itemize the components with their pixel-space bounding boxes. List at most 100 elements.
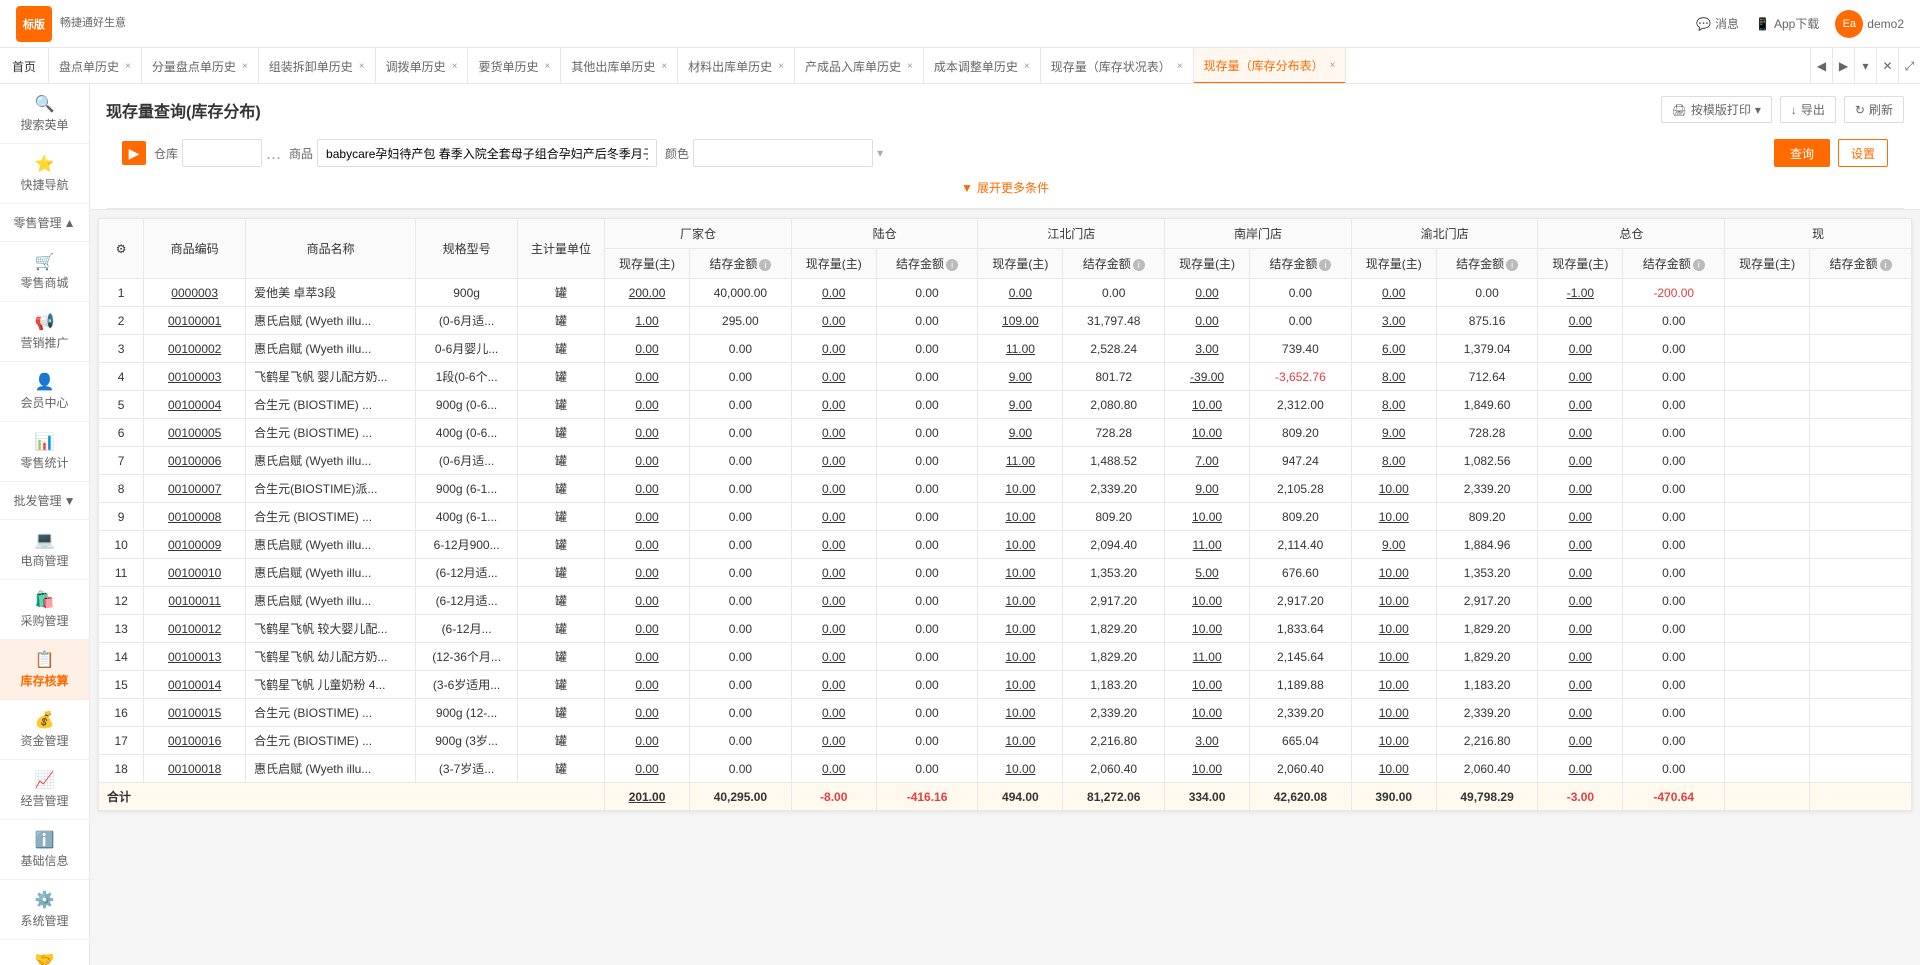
cell-changjia-qty[interactable]: 1.00 bbox=[605, 307, 690, 335]
sidebar-item-purchase[interactable]: 🛍️ 采购管理 bbox=[0, 580, 89, 640]
tab-next-btn[interactable]: ▶ bbox=[1832, 48, 1854, 84]
goods-input[interactable] bbox=[317, 139, 657, 167]
cell-code[interactable]: 00100014 bbox=[144, 671, 246, 699]
cell-nanan-qty[interactable]: 10.00 bbox=[1165, 755, 1250, 783]
cell-yubei-qty[interactable]: 9.00 bbox=[1351, 531, 1436, 559]
cell-lu-qty[interactable]: 0.00 bbox=[791, 475, 876, 503]
cell-code[interactable]: 00100016 bbox=[144, 727, 246, 755]
cell-jiangbei-qty[interactable]: 10.00 bbox=[978, 503, 1063, 531]
info-icon-4[interactable]: i bbox=[1319, 259, 1331, 271]
cell-zong-qty[interactable]: 0.00 bbox=[1538, 419, 1623, 447]
cell-yubei-qty[interactable]: 10.00 bbox=[1351, 671, 1436, 699]
cell-jiangbei-qty[interactable]: 11.00 bbox=[978, 447, 1063, 475]
cell-lu-qty[interactable]: 0.00 bbox=[791, 755, 876, 783]
cell-zong-qty[interactable]: -1.00 bbox=[1538, 279, 1623, 307]
cell-lu-qty[interactable]: 0.00 bbox=[791, 447, 876, 475]
tab-close[interactable]: × bbox=[125, 61, 131, 72]
cell-zong-qty[interactable]: 0.00 bbox=[1538, 531, 1623, 559]
info-icon-5[interactable]: i bbox=[1506, 259, 1518, 271]
sidebar-item-nav[interactable]: ⭐ 快捷导航 bbox=[0, 144, 89, 204]
warehouse-dots[interactable]: ... bbox=[266, 143, 281, 164]
cell-nanan-qty[interactable]: 11.00 bbox=[1165, 531, 1250, 559]
cell-nanan-qty[interactable]: 10.00 bbox=[1165, 419, 1250, 447]
cell-yubei-qty[interactable]: 10.00 bbox=[1351, 727, 1436, 755]
info-icon-7[interactable]: i bbox=[1880, 259, 1892, 271]
cell-lu-qty[interactable]: 0.00 bbox=[791, 727, 876, 755]
tab-cailiao[interactable]: 材料出库单历史× bbox=[678, 48, 795, 83]
cell-zong-qty[interactable]: 0.00 bbox=[1538, 643, 1623, 671]
cell-jiangbei-qty[interactable]: 10.00 bbox=[978, 475, 1063, 503]
color-input[interactable] bbox=[693, 139, 873, 167]
cell-yubei-qty[interactable]: 9.00 bbox=[1351, 419, 1436, 447]
cell-yubei-qty[interactable]: 10.00 bbox=[1351, 503, 1436, 531]
cell-changjia-qty[interactable]: 0.00 bbox=[605, 419, 690, 447]
refresh-btn[interactable]: ↻ 刷新 bbox=[1844, 96, 1904, 123]
cell-nanan-qty[interactable]: 10.00 bbox=[1165, 671, 1250, 699]
cell-yubei-qty[interactable]: 10.00 bbox=[1351, 699, 1436, 727]
cell-jiangbei-qty[interactable]: 109.00 bbox=[978, 307, 1063, 335]
sidebar-item-operations[interactable]: 📈 经营管理 bbox=[0, 760, 89, 820]
cell-code[interactable]: 00100003 bbox=[144, 363, 246, 391]
tab-zuzhang[interactable]: 组装拆卸单历史× bbox=[259, 48, 376, 83]
cell-changjia-qty[interactable]: 0.00 bbox=[605, 447, 690, 475]
export-btn[interactable]: ↓ 导出 bbox=[1780, 96, 1836, 123]
cell-code[interactable]: 00100006 bbox=[144, 447, 246, 475]
tab-close[interactable]: × bbox=[452, 61, 458, 72]
sidebar-item-retail-manage[interactable]: 零售管理 ▲ bbox=[0, 204, 89, 242]
cell-code[interactable]: 0000003 bbox=[144, 279, 246, 307]
sidebar-item-basic-info[interactable]: ℹ️ 基础信息 bbox=[0, 820, 89, 880]
cell-zong-qty[interactable]: 0.00 bbox=[1538, 671, 1623, 699]
cell-changjia-qty[interactable]: 0.00 bbox=[605, 503, 690, 531]
cell-zong-qty[interactable]: 0.00 bbox=[1538, 447, 1623, 475]
cell-yubei-qty[interactable]: 10.00 bbox=[1351, 755, 1436, 783]
cell-yubei-qty[interactable]: 3.00 bbox=[1351, 307, 1436, 335]
info-icon-3[interactable]: i bbox=[1133, 259, 1145, 271]
cell-lu-qty[interactable]: 0.00 bbox=[791, 391, 876, 419]
tab-chanchenpin[interactable]: 产成品入库单历史× bbox=[795, 48, 924, 83]
tab-close[interactable]: × bbox=[1330, 60, 1336, 71]
sidebar-item-marketing[interactable]: 📢 营销推广 bbox=[0, 302, 89, 362]
sidebar-item-system[interactable]: ⚙️ 系统管理 bbox=[0, 880, 89, 940]
cell-lu-qty[interactable]: 0.00 bbox=[791, 335, 876, 363]
cell-lu-qty[interactable]: 0.00 bbox=[791, 587, 876, 615]
sidebar-item-retail-stats[interactable]: 📊 零售统计 bbox=[0, 422, 89, 482]
cell-code[interactable]: 00100011 bbox=[144, 587, 246, 615]
cell-changjia-qty[interactable]: 0.00 bbox=[605, 699, 690, 727]
tab-close[interactable]: × bbox=[907, 61, 913, 72]
sidebar-item-wholesale[interactable]: 批发管理 ▼ bbox=[0, 482, 89, 520]
cell-nanan-qty[interactable]: 10.00 bbox=[1165, 391, 1250, 419]
cell-yubei-qty[interactable]: 10.00 bbox=[1351, 643, 1436, 671]
tab-qita[interactable]: 其他出库单历史× bbox=[561, 48, 678, 83]
cell-jiangbei-qty[interactable]: 10.00 bbox=[978, 559, 1063, 587]
tab-menu-btn[interactable]: ▾ bbox=[1854, 48, 1876, 84]
cell-nanan-qty[interactable]: 10.00 bbox=[1165, 615, 1250, 643]
cell-code[interactable]: 00100002 bbox=[144, 335, 246, 363]
tab-close[interactable]: × bbox=[544, 61, 550, 72]
tab-home[interactable]: 首页 bbox=[0, 48, 49, 84]
cell-nanan-qty[interactable]: -39.00 bbox=[1165, 363, 1250, 391]
tab-prev-btn[interactable]: ◀ bbox=[1810, 48, 1832, 84]
cell-zong-qty[interactable]: 0.00 bbox=[1538, 699, 1623, 727]
cell-jiangbei-qty[interactable]: 10.00 bbox=[978, 615, 1063, 643]
cell-jiangbei-qty[interactable]: 10.00 bbox=[978, 643, 1063, 671]
cell-zong-qty[interactable]: 0.00 bbox=[1538, 559, 1623, 587]
cell-changjia-qty[interactable]: 0.00 bbox=[605, 475, 690, 503]
tab-close[interactable]: × bbox=[1177, 61, 1183, 72]
tab-pandian[interactable]: 盘点单历史× bbox=[49, 48, 142, 83]
cell-yubei-qty[interactable]: 8.00 bbox=[1351, 391, 1436, 419]
cell-zong-qty[interactable]: 0.00 bbox=[1538, 755, 1623, 783]
cell-code[interactable]: 00100010 bbox=[144, 559, 246, 587]
search-btn[interactable]: 查询 bbox=[1774, 139, 1830, 167]
color-dropdown-icon[interactable]: ▾ bbox=[877, 146, 883, 160]
tab-close[interactable]: × bbox=[242, 61, 248, 72]
summary-changjia-qty[interactable]: 201.00 bbox=[605, 783, 690, 811]
cell-nanan-qty[interactable]: 7.00 bbox=[1165, 447, 1250, 475]
cell-changjia-qty[interactable]: 0.00 bbox=[605, 643, 690, 671]
cell-changjia-qty[interactable]: 0.00 bbox=[605, 363, 690, 391]
cell-jiangbei-qty[interactable]: 0.00 bbox=[978, 279, 1063, 307]
cell-changjia-qty[interactable]: 0.00 bbox=[605, 755, 690, 783]
cell-yubei-qty[interactable]: 10.00 bbox=[1351, 615, 1436, 643]
app-download-btn[interactable]: 📱 App下载 bbox=[1755, 15, 1819, 32]
sidebar-item-inventory[interactable]: 📋 库存核算 bbox=[0, 640, 89, 700]
cell-yubei-qty[interactable]: 10.00 bbox=[1351, 587, 1436, 615]
